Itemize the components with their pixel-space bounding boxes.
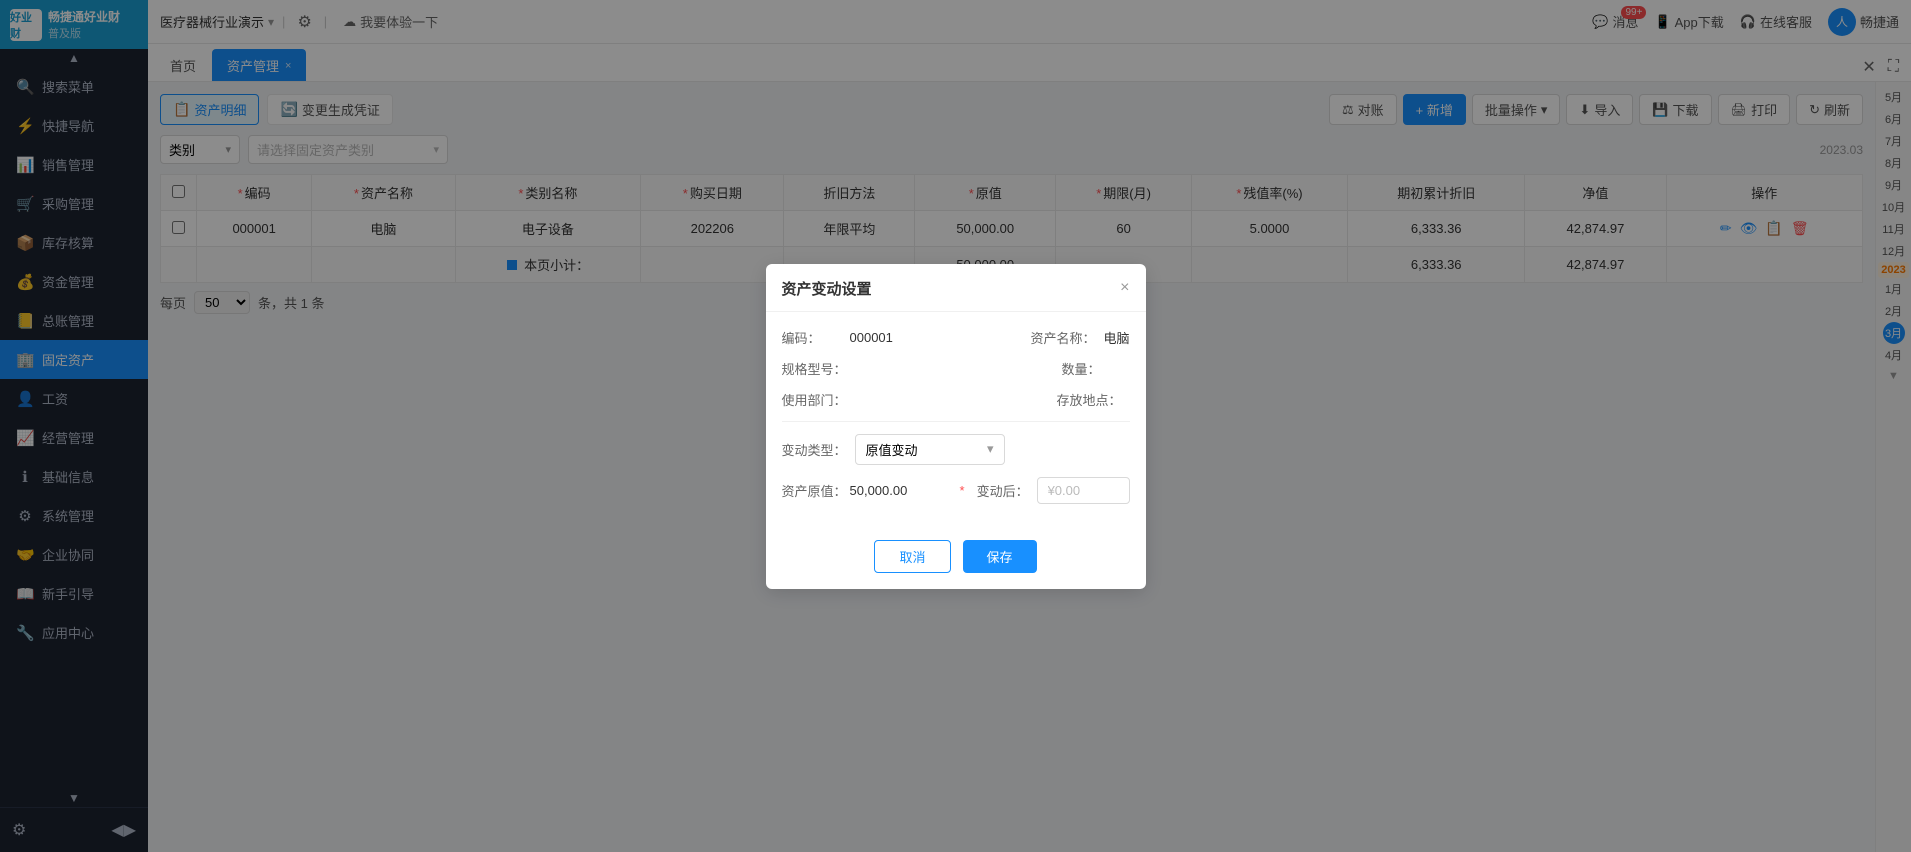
after-change-input[interactable] xyxy=(1037,477,1130,504)
cancel-button[interactable]: 取消 xyxy=(874,540,950,573)
dialog-row-spec-qty: 规格型号： 数量： xyxy=(782,359,1130,378)
change-type-value: 原值变动 xyxy=(866,440,918,459)
asset-change-dialog: 资产变动设置 × 编码： 000001 资产名称： 电脑 规格型号： 数量： xyxy=(766,264,1146,589)
dept-label: 使用部门： xyxy=(782,390,847,409)
chevron-down-icon5: ▾ xyxy=(987,441,994,457)
dialog-close-btn[interactable]: × xyxy=(1120,279,1129,297)
modal-overlay[interactable]: 资产变动设置 × 编码： 000001 资产名称： 电脑 规格型号： 数量： xyxy=(0,0,1911,852)
dialog-body: 编码： 000001 资产名称： 电脑 规格型号： 数量： 使用部门： 存放地点… xyxy=(766,312,1146,532)
required-star-icon: * xyxy=(960,483,965,498)
change-type-label: 变动类型： xyxy=(782,440,847,459)
dialog-header: 资产变动设置 × xyxy=(766,264,1146,312)
qty-label: 数量： xyxy=(1062,359,1122,378)
original-value-display: 50,000.00 xyxy=(850,483,940,498)
spec-label: 规格型号： xyxy=(782,359,847,378)
dialog-row-dept-location: 使用部门： 存放地点： xyxy=(782,390,1130,409)
after-change-label: 变动后： xyxy=(977,481,1029,500)
code-label: 编码： xyxy=(782,328,842,347)
dialog-title: 资产变动设置 xyxy=(782,278,872,299)
code-value: 000001 xyxy=(850,330,893,345)
dialog-field-change-type: 变动类型： 原值变动 ▾ xyxy=(782,434,1130,465)
dialog-row-code-name: 编码： 000001 资产名称： 电脑 xyxy=(782,328,1130,347)
asset-name-label: 资产名称： xyxy=(1030,328,1095,347)
original-value-label: 资产原值： xyxy=(782,481,842,500)
asset-name-value: 电脑 xyxy=(1103,328,1129,347)
save-button[interactable]: 保存 xyxy=(963,540,1037,573)
change-type-select[interactable]: 原值变动 ▾ xyxy=(855,434,1005,465)
location-label: 存放地点： xyxy=(1056,390,1121,409)
dialog-actions: 取消 保存 xyxy=(766,532,1146,589)
dialog-field-values: 资产原值： 50,000.00 * 变动后： xyxy=(782,477,1130,504)
dialog-divider xyxy=(782,421,1130,422)
